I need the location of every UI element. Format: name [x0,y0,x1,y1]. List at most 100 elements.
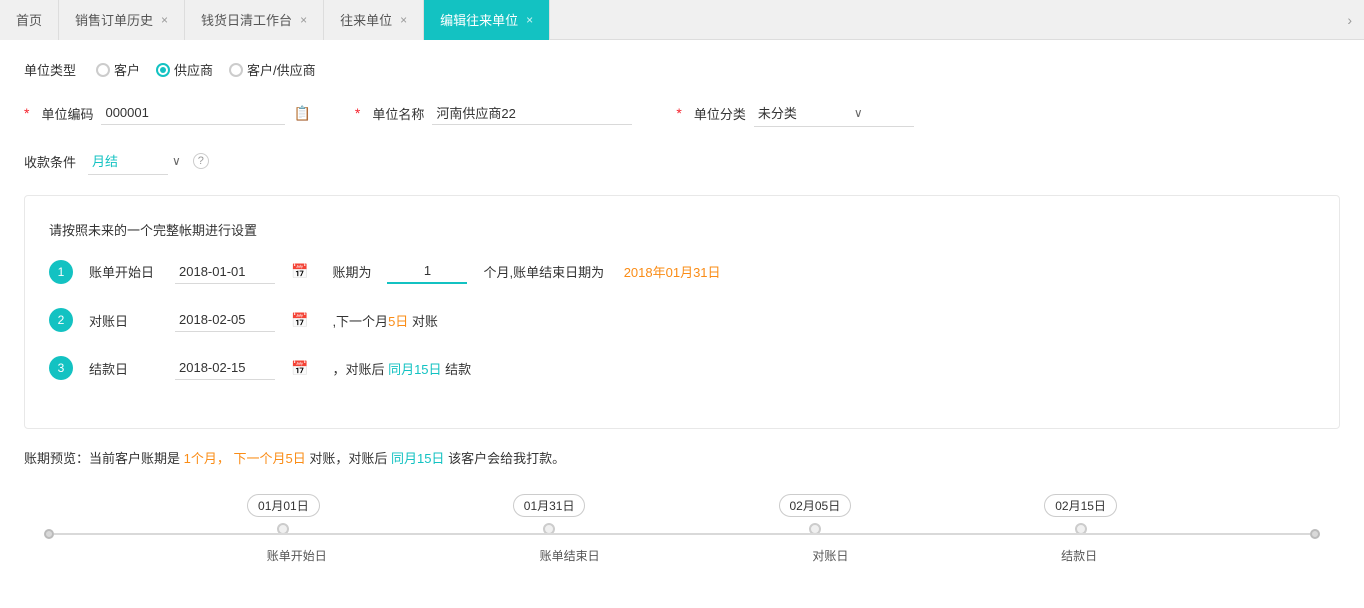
preview-pay: 同月15日 [391,451,444,466]
radio-customer-circle [96,63,110,77]
tl-label-2: 账单结束日 [540,547,600,564]
payment-condition-value: 月结 [88,147,168,175]
radio-supplier[interactable]: 供应商 [156,60,213,79]
unit-cat-value: 未分类 [758,103,814,122]
step-2-row: 2 对账日 📅 ,下一个月5日 对账 [49,308,1315,332]
preview-pay-suffix: 该客户会给我打款。 [448,451,565,466]
unit-name-star: * [355,105,360,121]
step-3-label: 结款日 [89,359,159,378]
preview-reconcile-suffix: 对账，对账后 [309,451,391,466]
payment-help-icon[interactable]: ? [193,153,209,169]
tab-partner-label: 往来单位 [340,10,392,29]
tl-bubble-2: 01月31日 [513,494,586,517]
tab-partner[interactable]: 往来单位 × [324,0,424,40]
tab-home[interactable]: 首页 [0,0,59,40]
unit-code-star: * [24,105,29,121]
tl-line-1 [54,533,367,535]
tl-bubble-3: 02月05日 [779,494,852,517]
preview-reconcile: 下一个月5日 [233,451,305,466]
radio-customer[interactable]: 客户 [96,60,140,79]
step-2-desc: ,下一个月5日 对账 [332,311,437,330]
unit-cat-star: * [676,105,681,121]
tl-label-4: 结款日 [1061,547,1097,564]
step-2-label: 对账日 [89,311,159,330]
tab-cash-workbench[interactable]: 钱货日清工作台 × [185,0,324,40]
step-1-num: 1 [49,260,73,284]
radio-both[interactable]: 客户/供应商 [229,60,316,79]
tab-edit-partner-close[interactable]: × [526,13,533,27]
tab-partner-close[interactable]: × [400,13,407,27]
step-2-num: 2 [49,308,73,332]
tl-node-4: 02月15日 [1044,494,1117,535]
step-1-label: 账单开始日 [89,262,159,281]
step-1-period-suffix: 个月,账单结束日期为 [483,262,607,281]
tl-label-3: 对账日 [812,547,848,564]
unit-code-input[interactable] [101,101,285,125]
unit-code-icon[interactable]: 📋 [293,105,310,122]
tab-expand-icon[interactable]: › [1335,12,1364,28]
step-1-period-label: 账期为 [332,262,371,281]
tab-edit-partner-label: 编辑往来单位 [440,10,518,29]
unit-cat-label: 单位分类 [694,104,746,123]
radio-supplier-circle [156,63,170,77]
unit-category-group: * 单位分类 未分类 ∨ [676,99,913,127]
step-3-num: 3 [49,356,73,380]
tl-line-2 [369,533,682,535]
timeline-container: 01月01日 01月31日 02月05日 02月15日 [24,494,1340,564]
step-3-row: 3 结款日 📅 ，对账后 同月15日 结款 [49,356,1315,380]
unit-name-input[interactable] [432,101,632,125]
timeline-labels-row: 账单开始日 账单结束日 对账日 结款日 [44,547,1320,564]
tab-sales-history-label: 销售订单历史 [75,10,153,29]
radio-customer-label: 客户 [114,60,140,79]
payment-condition-row: 收款条件 月结 ∨ ? [24,147,1340,175]
unit-cat-dropdown[interactable]: 未分类 ∨ [754,99,914,127]
tl-line-3 [683,533,996,535]
unit-type-row: 单位类型 客户 供应商 客户/供应商 [24,60,1340,79]
unit-code-label: 单位编码 [41,104,93,123]
step-1-calendar-icon[interactable]: 📅 [291,263,308,280]
step-2-date-input[interactable] [175,308,275,332]
tab-cash-workbench-close[interactable]: × [300,13,307,27]
step-1-end-date: 2018年01月31日 [624,262,721,281]
settings-instruction: 请按照未来的一个完整帐期进行设置 [49,220,1315,239]
tl-bubble-1: 01月01日 [247,494,320,517]
radio-both-circle [229,63,243,77]
tl-node-2: 01月31日 [513,494,586,535]
payment-condition-label: 收款条件 [24,152,76,171]
unit-info-row: * 单位编码 📋 * 单位名称 * 单位分类 未分类 ∨ [24,99,1340,127]
unit-name-label: 单位名称 [372,104,424,123]
tl-line-4 [998,533,1311,535]
step-2-calendar-icon[interactable]: 📅 [291,312,308,329]
page-content: 单位类型 客户 供应商 客户/供应商 * 单位编码 📋 * 单位名称 [0,40,1364,608]
preview-text: 账期预览：当前客户账期是 1个月， 下一个月5日 对账，对账后 同月15日 该客… [24,449,1340,470]
preview-prefix: 账期预览：当前客户账期是 [24,451,184,466]
settings-box: 请按照未来的一个完整帐期进行设置 1 账单开始日 📅 账期为 个月,账单结束日期… [24,195,1340,429]
tl-bubble-4: 02月15日 [1044,494,1117,517]
unit-cat-arrow: ∨ [854,106,910,120]
tab-home-label: 首页 [16,10,42,29]
step-1-date-input[interactable] [175,260,275,284]
unit-type-radio-group: 客户 供应商 客户/供应商 [96,60,316,79]
tl-left-dot [44,529,54,539]
unit-type-label: 单位类型 [24,60,76,79]
radio-supplier-label: 供应商 [174,60,213,79]
step-1-period-input[interactable] [387,259,467,284]
tab-sales-history-close[interactable]: × [161,13,168,27]
tab-cash-workbench-label: 钱货日清工作台 [201,10,292,29]
unit-name-group: * 单位名称 [355,101,632,125]
step-1-row: 1 账单开始日 📅 账期为 个月,账单结束日期为 2018年01月31日 [49,259,1315,284]
step-3-desc: ，对账后 同月15日 结款 [332,359,471,378]
tl-right-dot [1310,529,1320,539]
payment-condition-arrow: ∨ [172,154,181,168]
tl-node-1: 01月01日 [247,494,320,535]
radio-both-label: 客户/供应商 [247,60,316,79]
step-3-calendar-icon[interactable]: 📅 [291,360,308,377]
tab-bar: 首页 销售订单历史 × 钱货日清工作台 × 往来单位 × 编辑往来单位 × › [0,0,1364,40]
preview-period: 1个月， [184,451,230,466]
timeline-line-row [44,529,1320,539]
step-3-date-input[interactable] [175,356,275,380]
tab-sales-history[interactable]: 销售订单历史 × [59,0,185,40]
payment-condition-dropdown[interactable]: 月结 ∨ [88,147,181,175]
tab-edit-partner[interactable]: 编辑往来单位 × [424,0,550,40]
unit-code-group: * 单位编码 📋 [24,101,311,125]
